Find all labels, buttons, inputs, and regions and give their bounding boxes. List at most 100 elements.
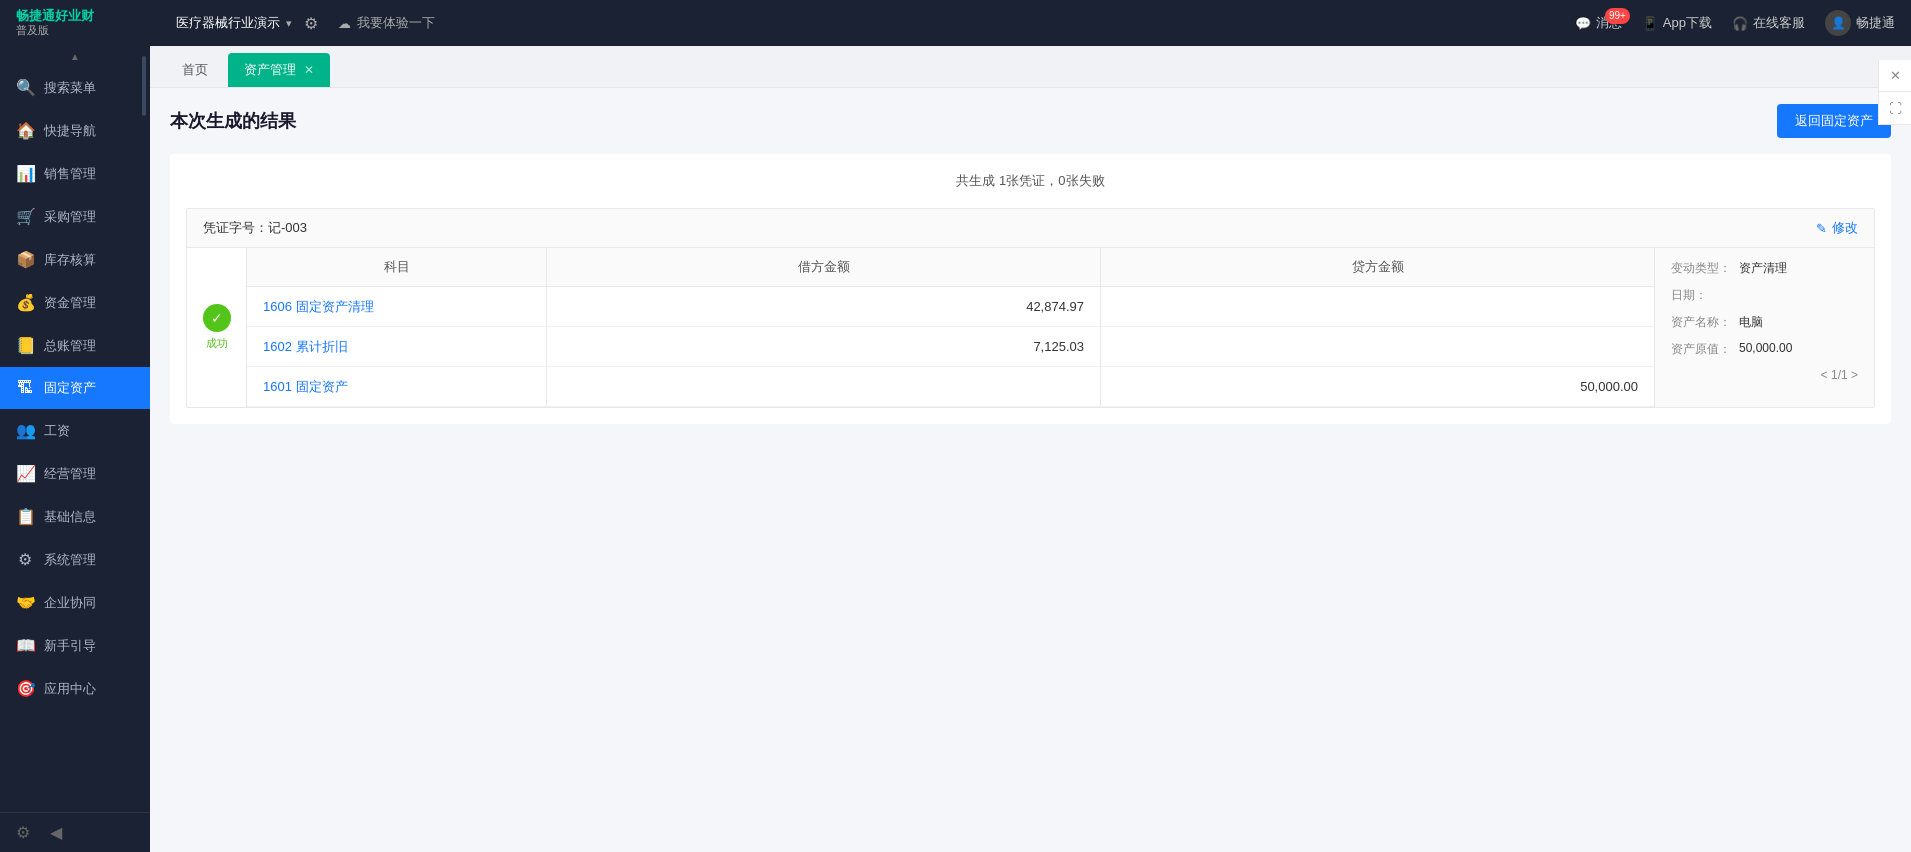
main-layout: ▲ 🔍 搜索菜单 🏠 快捷导航 📊 销售管理 🛒 采购管理 📦 库存核算 💰 资…	[0, 46, 1911, 852]
basic-info-label: 基础信息	[44, 508, 96, 526]
experience-button[interactable]: ☁ 我要体验一下	[338, 14, 435, 32]
sales-icon: 📊	[16, 164, 34, 183]
maximize-panel-button[interactable]: ⛶	[1879, 92, 1911, 124]
sidebar-item-search-menu[interactable]: 🔍 搜索菜单	[0, 66, 150, 109]
top-header: 畅捷通好业财 普及版 医疗器械行业演示 ▾ ⚙ ☁ 我要体验一下 💬 消息 99…	[0, 0, 1911, 46]
messages-button[interactable]: 💬 消息 99+	[1575, 14, 1622, 32]
sales-label: 销售管理	[44, 165, 96, 183]
quick-nav-icon: 🏠	[16, 121, 34, 140]
enterprise-label: 企业协同	[44, 594, 96, 612]
chevron-down-icon: ▾	[286, 17, 292, 30]
header-center: 医疗器械行业演示 ▾ ⚙ ☁ 我要体验一下	[166, 14, 1575, 33]
online-support-label: 在线客服	[1753, 14, 1805, 32]
sidebar-item-enterprise[interactable]: 🤝 企业协同	[0, 581, 150, 624]
tab-home[interactable]: 首页	[166, 53, 224, 87]
user-avatar[interactable]: 👤 畅捷通	[1825, 10, 1895, 36]
sidebar-item-system[interactable]: ⚙ 系统管理	[0, 538, 150, 581]
date-label: 日期：	[1671, 287, 1707, 304]
table-row: 1602 累计折旧 7,125.03	[247, 327, 1654, 367]
guide-icon: 📖	[16, 636, 34, 655]
close-panel-button[interactable]: ✕	[1879, 60, 1911, 92]
row3-credit: 50,000.00	[1101, 367, 1654, 406]
row3-subject: 1601 固定资产	[247, 367, 547, 406]
sidebar-item-finance[interactable]: 💰 资金管理	[0, 281, 150, 324]
success-icon: ✓	[203, 304, 231, 332]
sidebar-item-payroll[interactable]: 👥 工资	[0, 409, 150, 452]
logo-title: 畅捷通好业财	[16, 8, 94, 24]
table-header: 科目 借方金额 贷方金额	[247, 248, 1654, 287]
table-row: 1601 固定资产 50,000.00	[247, 367, 1654, 407]
pagination-text: 1/1	[1831, 368, 1851, 382]
collapse-icon[interactable]: ◀‌‌	[50, 823, 62, 842]
page-title: 本次生成的结果	[170, 109, 296, 133]
return-fixed-assets-button[interactable]: 返回固定资产	[1777, 104, 1891, 138]
user-name: 畅捷通	[1856, 14, 1895, 32]
row1-credit	[1101, 287, 1654, 326]
sidebar-bottom: ⚙ ◀‌‌	[0, 812, 150, 852]
logo-area: 畅捷通好业财 普及版	[16, 8, 166, 39]
app-download-button[interactable]: 📱 App下载	[1642, 14, 1712, 32]
row2-debit: 7,125.03	[547, 327, 1101, 366]
ledger-icon: 📒	[16, 336, 34, 355]
row2-credit	[1101, 327, 1654, 366]
app-download-label: App下载	[1663, 14, 1712, 32]
online-support-button[interactable]: 🎧 在线客服	[1732, 14, 1805, 32]
sidebar-item-quick-nav[interactable]: 🏠 快捷导航	[0, 109, 150, 152]
settings-bottom-icon[interactable]: ⚙	[16, 823, 30, 842]
row1-debit: 42,874.97	[547, 287, 1101, 326]
sidebar-item-sales[interactable]: 📊 销售管理	[0, 152, 150, 195]
sidebar-scroll-up[interactable]: ▲	[0, 46, 150, 66]
system-label: 系统管理	[44, 551, 96, 569]
voucher-table: ✓ 成功 科目 借方金额 贷方金额 160	[187, 248, 1874, 407]
change-type-value: 资产清理	[1739, 260, 1787, 277]
prev-page-icon[interactable]: <	[1821, 368, 1828, 382]
tab-bar: 首页 资产管理 ✕	[150, 46, 1911, 88]
messages-badge: 99+	[1605, 8, 1630, 24]
page-title-area: 本次生成的结果 返回固定资产	[170, 104, 1891, 138]
inventory-label: 库存核算	[44, 251, 96, 269]
original-value-label: 资产原值：	[1671, 341, 1731, 358]
sidebar-item-fixed-assets[interactable]: 🏗 固定资产	[0, 367, 150, 409]
header-right: 💬 消息 99+ 📱 App下载 🎧 在线客服 👤 畅捷通	[1575, 10, 1895, 36]
app-center-label: 应用中心	[44, 680, 96, 698]
sidebar-item-inventory[interactable]: 📦 库存核算	[0, 238, 150, 281]
result-summary: 共生成 1张凭证，0张失败	[170, 154, 1891, 208]
asset-name-value: 电脑	[1739, 314, 1763, 331]
search-menu-icon: 🔍	[16, 78, 34, 97]
panel-pagination[interactable]: < 1/1 >	[1671, 368, 1858, 382]
next-page-icon[interactable]: >	[1851, 368, 1858, 382]
app-center-icon: 🎯	[16, 679, 34, 698]
inventory-icon: 📦	[16, 250, 34, 269]
edit-voucher-button[interactable]: ✎ 修改	[1816, 219, 1858, 237]
settings-icon[interactable]: ⚙	[304, 14, 318, 33]
experience-label: 我要体验一下	[357, 14, 435, 32]
row1-subject: 1606 固定资产清理	[247, 287, 547, 326]
sidebar-item-purchase[interactable]: 🛒 采购管理	[0, 195, 150, 238]
sidebar-item-guide[interactable]: 📖 新手引导	[0, 624, 150, 667]
date-row: 日期：	[1671, 287, 1858, 304]
finance-label: 资金管理	[44, 294, 96, 312]
enterprise-icon: 🤝	[16, 593, 34, 612]
sidebar-item-operations[interactable]: 📈 经营管理	[0, 452, 150, 495]
sidebar-scroll-indicator	[142, 46, 146, 852]
original-value-value: 50,000.00	[1739, 341, 1792, 358]
tab-asset-mgmt[interactable]: 资产管理 ✕	[228, 53, 330, 87]
table-row: 1606 固定资产清理 42,874.97	[247, 287, 1654, 327]
voucher-main-table: 科目 借方金额 贷方金额 1606 固定资产清理 42,874.97 1602 …	[247, 248, 1654, 407]
sidebar-item-basic-info[interactable]: 📋 基础信息	[0, 495, 150, 538]
sidebar-item-ledger[interactable]: 📒 总账管理	[0, 324, 150, 367]
tab-close-icon[interactable]: ✕	[304, 63, 314, 77]
download-icon: 📱	[1642, 16, 1658, 31]
sidebar-item-app-center[interactable]: 🎯 应用中心	[0, 667, 150, 710]
tab-asset-mgmt-label: 资产管理	[244, 61, 296, 79]
header-subject: 科目	[247, 248, 547, 286]
company-selector[interactable]: 医疗器械行业演示 ▾	[176, 14, 292, 32]
content-area: 首页 资产管理 ✕ 本次生成的结果 返回固定资产 共生成 1张凭证，0张失败	[150, 46, 1911, 852]
panel-controls: ✕ ⛶	[1878, 60, 1911, 125]
fixed-assets-label: 固定资产	[44, 379, 96, 397]
row3-debit	[547, 367, 1101, 406]
payroll-label: 工资	[44, 422, 70, 440]
finance-icon: 💰	[16, 293, 34, 312]
fixed-assets-icon: 🏗	[16, 379, 34, 397]
success-label: 成功	[206, 336, 228, 351]
